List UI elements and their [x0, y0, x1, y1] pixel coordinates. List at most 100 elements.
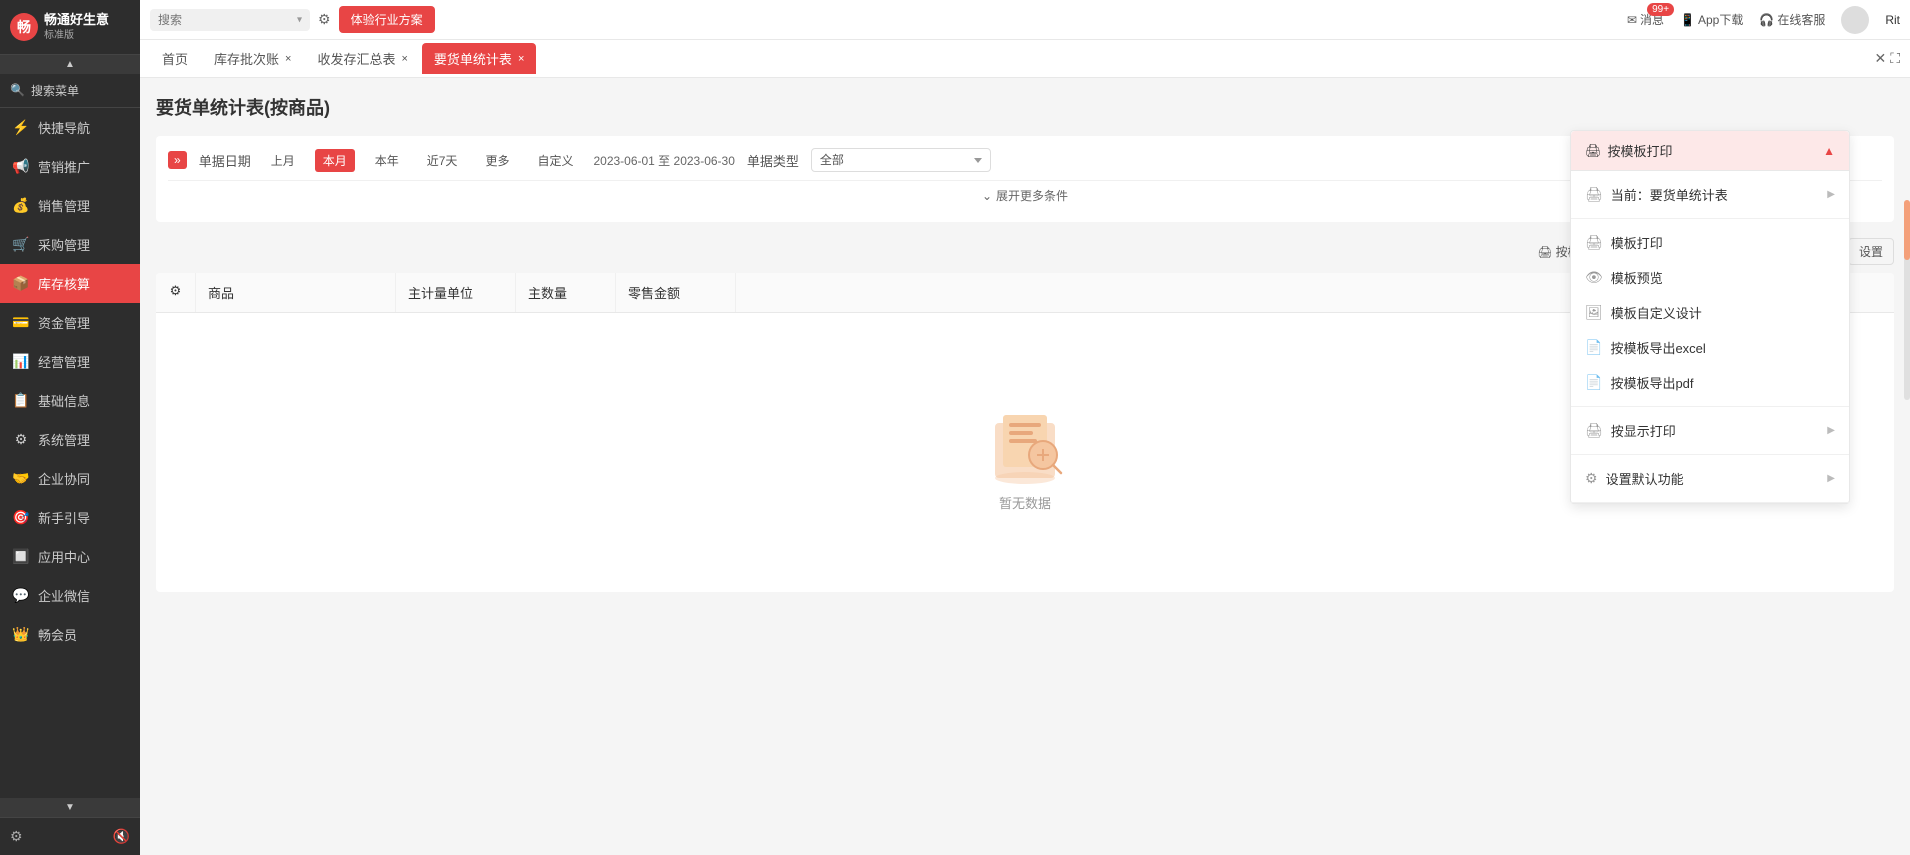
trial-button[interactable]: 体验行业方案	[339, 6, 435, 33]
date-btn-this-month[interactable]: 本月	[315, 149, 355, 172]
sidebar-item-inventory[interactable]: 📦 库存核算	[0, 264, 140, 303]
sidebar-footer: ⚙ 🔇	[0, 817, 140, 855]
date-btn-custom[interactable]: 自定义	[529, 149, 581, 172]
sidebar-item-enterprise[interactable]: 🤝 企业协同	[0, 459, 140, 498]
tab-receipt-summary[interactable]: 收发存汇总表 ×	[305, 43, 419, 74]
tab-order-summary[interactable]: 要货单统计表 ×	[422, 43, 536, 74]
empty-text: 暂无数据	[999, 493, 1051, 512]
default-function-arrow-icon: ▶	[1827, 473, 1835, 484]
download-icon: 📱	[1680, 13, 1695, 27]
window-close-btn[interactable]: ✕	[1874, 50, 1886, 67]
dropdown-arrow-icon[interactable]: ▲	[1823, 144, 1835, 158]
header-settings-icon[interactable]: ⚙	[318, 11, 331, 28]
dropdown-item-current-template[interactable]: 🖨 当前：要货单统计表 ▶	[1571, 177, 1849, 212]
tab-batch-account[interactable]: 库存批次账 ×	[202, 43, 303, 74]
scroll-down-btn[interactable]: ▼	[0, 798, 140, 817]
expand-button[interactable]: »	[168, 151, 187, 169]
app-download-label: App下载	[1698, 11, 1743, 28]
guide-icon: 🎯	[12, 508, 30, 526]
sidebar-item-sales[interactable]: 💰 销售管理	[0, 186, 140, 225]
window-maximize-btn[interactable]: ⛶	[1890, 50, 1900, 67]
dropdown-item-template-print[interactable]: 🖨 模板打印	[1571, 225, 1849, 260]
username-label: Rit	[1885, 13, 1900, 27]
sidebar-item-operation[interactable]: 📊 经营管理	[0, 342, 140, 381]
header-left: ⚙ 体验行业方案	[150, 6, 435, 33]
date-btn-this-year[interactable]: 本年	[367, 149, 407, 172]
dropdown-item-default-function[interactable]: ⚙ 设置默认功能 ▶	[1571, 461, 1849, 496]
th-qty: 主数量	[516, 273, 616, 312]
sidebar-item-quick-nav[interactable]: ⚡ 快捷导航	[0, 108, 140, 147]
template-excel-label: 按模板导出excel	[1610, 338, 1835, 357]
template-pdf-icon: 📄	[1585, 374, 1602, 391]
dropdown-item-template-design[interactable]: 🖼 模板自定义设计	[1571, 295, 1849, 330]
footer-sound-icon[interactable]: 🔇	[113, 828, 130, 845]
sidebar-item-guide[interactable]: 🎯 新手引导	[0, 498, 140, 537]
header-search-container	[150, 9, 310, 31]
sidebar-item-label: 采购管理	[38, 235, 90, 254]
app-center-icon: 🔲	[12, 547, 30, 565]
template-pdf-label: 按模板导出pdf	[1610, 373, 1835, 392]
notification-button[interactable]: ✉ 消息 99+	[1627, 11, 1664, 28]
operation-icon: 📊	[12, 352, 30, 370]
dropdown-item-template-excel[interactable]: 📄 按模板导出excel	[1571, 330, 1849, 365]
template-preview-icon: 👁	[1585, 269, 1603, 286]
top-header: ⚙ 体验行业方案 ✉ 消息 99+ 📱 App下载 🎧 在线客服 Rit	[140, 0, 1910, 40]
right-scrollbar[interactable]	[1904, 200, 1910, 400]
system-icon: ⚙	[12, 430, 30, 448]
app-title: 畅通好生意	[44, 12, 109, 29]
sidebar-search[interactable]: 🔍 搜索菜单	[0, 74, 140, 108]
online-service-button[interactable]: 🎧 在线客服	[1759, 11, 1825, 28]
tab-close-receipt[interactable]: ×	[401, 53, 407, 65]
header-search-input[interactable]	[150, 9, 310, 31]
online-service-label: 在线客服	[1777, 11, 1825, 28]
vip-icon: 👑	[12, 625, 30, 643]
settings-button[interactable]: 设置	[1848, 238, 1894, 265]
sidebar-item-label: 销售管理	[38, 196, 90, 215]
tab-close-order[interactable]: ×	[518, 53, 524, 65]
th-settings[interactable]: ⚙	[156, 273, 196, 312]
empty-illustration	[975, 393, 1075, 493]
app-logo: 畅 畅通好生意 标准版	[0, 0, 140, 55]
sidebar-item-system[interactable]: ⚙ 系统管理	[0, 420, 140, 459]
tab-close-batch[interactable]: ×	[285, 53, 291, 65]
template-design-icon: 🖼	[1585, 304, 1603, 321]
type-select[interactable]: 全部 要货单	[811, 148, 991, 172]
dropdown-item-template-preview[interactable]: 👁 模板预览	[1571, 260, 1849, 295]
app-download-button[interactable]: 📱 App下载	[1680, 11, 1743, 28]
sidebar-item-purchase[interactable]: 🛒 采购管理	[0, 225, 140, 264]
sidebar-item-basic[interactable]: 📋 基础信息	[0, 381, 140, 420]
footer-settings-icon[interactable]: ⚙	[10, 828, 23, 845]
dropdown-item-template-pdf[interactable]: 📄 按模板导出pdf	[1571, 365, 1849, 400]
template-print-label: 模板打印	[1611, 233, 1835, 252]
sidebar-item-marketing[interactable]: 📢 营销推广	[0, 147, 140, 186]
sidebar-item-finance[interactable]: 💳 资金管理	[0, 303, 140, 342]
tab-label: 首页	[162, 49, 188, 68]
user-avatar[interactable]	[1841, 6, 1869, 34]
tab-home[interactable]: 首页	[150, 43, 200, 74]
page-title: 要货单统计表(按商品)	[156, 94, 1894, 120]
display-print-arrow-icon: ▶	[1827, 425, 1835, 436]
app-subtitle: 标准版	[44, 29, 109, 42]
date-btn-7days[interactable]: 近7天	[419, 149, 466, 172]
search-label: 搜索菜单	[31, 82, 79, 99]
scrollbar-thumb	[1904, 200, 1910, 260]
dropdown-item-display-print[interactable]: 🖨 按显示打印 ▶	[1571, 413, 1849, 448]
print-icon: 🖨	[1537, 245, 1552, 259]
date-btn-last-month[interactable]: 上月	[263, 149, 303, 172]
window-controls: ✕ ⛶	[1874, 50, 1900, 67]
sidebar-item-vip[interactable]: 👑 畅会员	[0, 615, 140, 654]
date-btn-more[interactable]: 更多	[477, 149, 517, 172]
sidebar-item-weixin[interactable]: 💬 企业微信	[0, 576, 140, 615]
scroll-up-btn[interactable]: ▲	[0, 55, 140, 74]
tab-label: 要货单统计表	[434, 49, 512, 68]
enterprise-icon: 🤝	[12, 469, 30, 487]
message-icon: ✉	[1627, 13, 1637, 27]
sidebar-item-label: 新手引导	[38, 508, 90, 527]
sidebar-item-app-center[interactable]: 🔲 应用中心	[0, 537, 140, 576]
col-amount-label: 零售金额	[628, 286, 680, 301]
notification-badge: 99+	[1647, 3, 1674, 16]
dropdown-section-default-function: ⚙ 设置默认功能 ▶	[1571, 455, 1849, 503]
sidebar-item-label: 企业协同	[38, 469, 90, 488]
date-range-display: 2023-06-01 至 2023-06-30	[593, 152, 734, 169]
print-dropdown-icon: 🖨	[1585, 143, 1602, 159]
